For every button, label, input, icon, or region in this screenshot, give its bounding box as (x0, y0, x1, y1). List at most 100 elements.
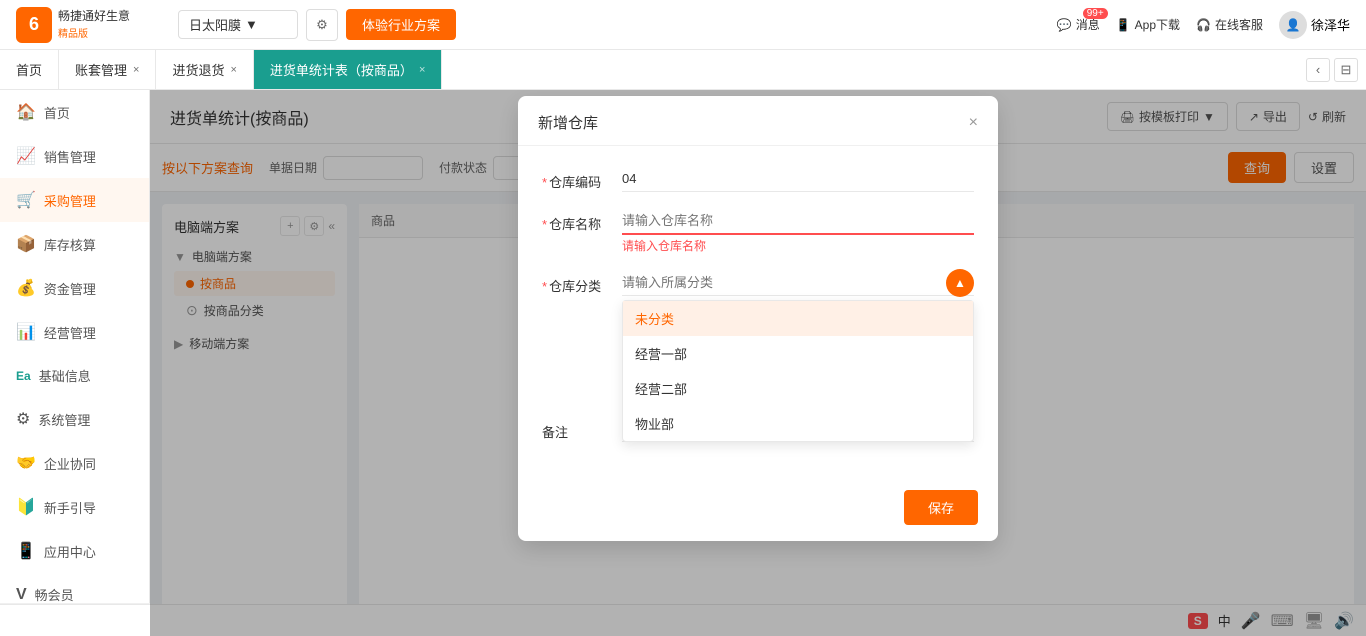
inventory-icon: 📦 (16, 234, 36, 254)
dialog-header: 新增仓库 × (518, 96, 998, 146)
sidebar-item-purchase[interactable]: 🛒 采购管理 (0, 178, 149, 222)
home-icon: 🏠 (16, 102, 36, 122)
name-label: *仓库名称 (542, 208, 622, 233)
sidebar-label-inventory: 库存核算 (44, 235, 96, 254)
app-download-item[interactable]: 📱 App下载 (1116, 16, 1180, 33)
sidebar-item-home[interactable]: 🏠 首页 (0, 90, 149, 134)
sidebar-label-operation: 经营管理 (44, 323, 96, 342)
mobile-icon: 📱 (1116, 18, 1131, 32)
sidebar-label-home: 首页 (44, 103, 70, 122)
category-dropdown: 未分类 经营一部 经营二部 物业部 (622, 300, 974, 442)
code-field (622, 166, 974, 192)
sidebar-item-guide[interactable]: 🔰 新手引导 (0, 485, 149, 529)
sidebar-item-finance[interactable]: 💰 资金管理 (0, 266, 149, 310)
category-field: ▲ 未分类 经营一部 经营二部 物业部 (622, 270, 974, 296)
system-icon: ⚙ (16, 409, 30, 429)
code-input[interactable] (622, 166, 974, 192)
tab-purchase-return-label: 进货退货 (172, 60, 224, 79)
new-warehouse-dialog: 新增仓库 × *仓库编码 *仓库名称 (518, 96, 998, 541)
form-row-code: *仓库编码 (542, 166, 974, 192)
code-label: *仓库编码 (542, 166, 622, 191)
dialog-close-button[interactable]: × (969, 115, 978, 131)
tab-purchase-return-close-icon[interactable]: × (230, 64, 236, 76)
name-error-hint: 请输入仓库名称 (622, 237, 974, 254)
sidebar-label-app: 应用中心 (44, 542, 96, 561)
sidebar-item-app[interactable]: 📱 应用中心 (0, 529, 149, 573)
store-name: 日太阳膜 (189, 15, 241, 34)
top-header: 6 畅捷通好生意 精品版 日太阳膜 ▼ ⚙ 体验行业方案 💬 消息 99+ 📱 … (0, 0, 1366, 50)
settings-button[interactable]: ⚙ (306, 9, 338, 41)
purchase-icon: 🛒 (16, 190, 36, 210)
tab-account-close-icon[interactable]: × (133, 64, 139, 76)
sidebar-item-basic[interactable]: Ea 基础信息 (0, 354, 149, 397)
header-middle: 日太阳膜 ▼ ⚙ 体验行业方案 (178, 9, 1045, 41)
sidebar-item-system[interactable]: ⚙ 系统管理 (0, 397, 149, 441)
tab-bar: 首页 账套管理 × 进货退货 × 进货单统计表（按商品） × ‹ ⊟ (0, 50, 1366, 90)
message-badge: 99+ (1083, 8, 1108, 19)
dropdown-item-dept3[interactable]: 物业部 (623, 406, 973, 441)
dialog-title: 新增仓库 (538, 112, 598, 133)
message-item[interactable]: 💬 消息 99+ (1057, 16, 1100, 33)
dropdown-item-dept2[interactable]: 经营二部 (623, 371, 973, 406)
logo-area: 6 畅捷通好生意 精品版 (16, 7, 166, 43)
tab-account[interactable]: 账套管理 × (59, 50, 156, 89)
dialog-body: *仓库编码 *仓库名称 请输入仓库名称 (518, 146, 998, 478)
tab-purchase-return[interactable]: 进货退货 × (156, 50, 253, 89)
sidebar-item-enterprise[interactable]: 🤝 企业协同 (0, 441, 149, 485)
username: 徐泽华 (1311, 15, 1350, 34)
tab-actions: ‹ ⊟ (1298, 50, 1366, 89)
form-row-name: *仓库名称 请输入仓库名称 (542, 208, 974, 254)
tab-purchase-stats[interactable]: 进货单统计表（按商品） × (254, 50, 442, 89)
sales-icon: 📈 (16, 146, 36, 166)
sidebar-label-member: 畅会员 (35, 585, 74, 604)
category-label: *仓库分类 (542, 270, 622, 295)
name-input[interactable] (622, 208, 974, 235)
form-row-category: *仓库分类 ▲ 未分类 经营一部 经营二部 物业部 (542, 270, 974, 296)
category-input[interactable] (622, 270, 974, 296)
app-icon: 📱 (16, 541, 36, 561)
tab-home-label: 首页 (16, 60, 42, 79)
store-selector[interactable]: 日太阳膜 ▼ (178, 10, 298, 39)
message-icon: 💬 (1057, 18, 1072, 32)
logo-icon: 6 (16, 7, 52, 43)
dropdown-item-dept1[interactable]: 经营一部 (623, 336, 973, 371)
tab-prev-icon[interactable]: ‹ (1306, 58, 1330, 82)
tab-account-label: 账套管理 (75, 60, 127, 79)
online-service-item[interactable]: 🎧 在线客服 (1196, 16, 1263, 33)
enterprise-icon: 🤝 (16, 453, 36, 473)
tab-purchase-stats-close-icon[interactable]: × (419, 64, 425, 76)
sidebar-item-inventory[interactable]: 📦 库存核算 (0, 222, 149, 266)
basic-icon: Ea (16, 369, 31, 383)
store-chevron-icon: ▼ (245, 17, 258, 32)
user-info[interactable]: 👤 徐泽华 (1279, 11, 1350, 39)
save-button[interactable]: 保存 (904, 490, 978, 525)
guide-icon: 🔰 (16, 497, 36, 517)
tab-purchase-stats-label: 进货单统计表（按商品） (270, 60, 413, 79)
header-right: 💬 消息 99+ 📱 App下载 🎧 在线客服 👤 徐泽华 (1057, 11, 1350, 39)
sidebar-item-operation[interactable]: 📊 经营管理 (0, 310, 149, 354)
member-icon: V (16, 586, 27, 604)
tab-home[interactable]: 首页 (0, 50, 59, 89)
sidebar-label-guide: 新手引导 (44, 498, 96, 517)
finance-icon: 💰 (16, 278, 36, 298)
sidebar-label-basic: 基础信息 (39, 366, 91, 385)
operation-icon: 📊 (16, 322, 36, 342)
note-label: 备注 (542, 416, 622, 441)
sidebar-label-enterprise: 企业协同 (44, 454, 96, 473)
name-field: 请输入仓库名称 (622, 208, 974, 254)
sidebar-item-sales[interactable]: 📈 销售管理 (0, 134, 149, 178)
logo-text: 畅捷通好生意 精品版 (58, 9, 130, 40)
sidebar-label-system: 系统管理 (38, 410, 90, 429)
dropdown-item-uncategorized[interactable]: 未分类 (623, 301, 973, 336)
avatar: 👤 (1279, 11, 1307, 39)
chevron-up-icon[interactable]: ▲ (946, 269, 974, 297)
dialog-footer: 保存 (518, 478, 998, 541)
headset-icon: 🎧 (1196, 18, 1211, 32)
sidebar-label-finance: 资金管理 (44, 279, 96, 298)
main-layout: 🏠 首页 📈 销售管理 🛒 采购管理 📦 库存核算 💰 资金管理 📊 经营管理 … (0, 90, 1366, 636)
tab-next-icon[interactable]: ⊟ (1334, 58, 1358, 82)
category-chevron[interactable]: ▲ (946, 269, 974, 297)
sidebar-label-purchase: 采购管理 (44, 191, 96, 210)
content-area: 进货单统计(按商品) 🖨 按模板打印 ▼ ↗ 导出 ↺ 刷新 按以下方案查询 (150, 90, 1366, 636)
trial-button[interactable]: 体验行业方案 (346, 9, 456, 40)
